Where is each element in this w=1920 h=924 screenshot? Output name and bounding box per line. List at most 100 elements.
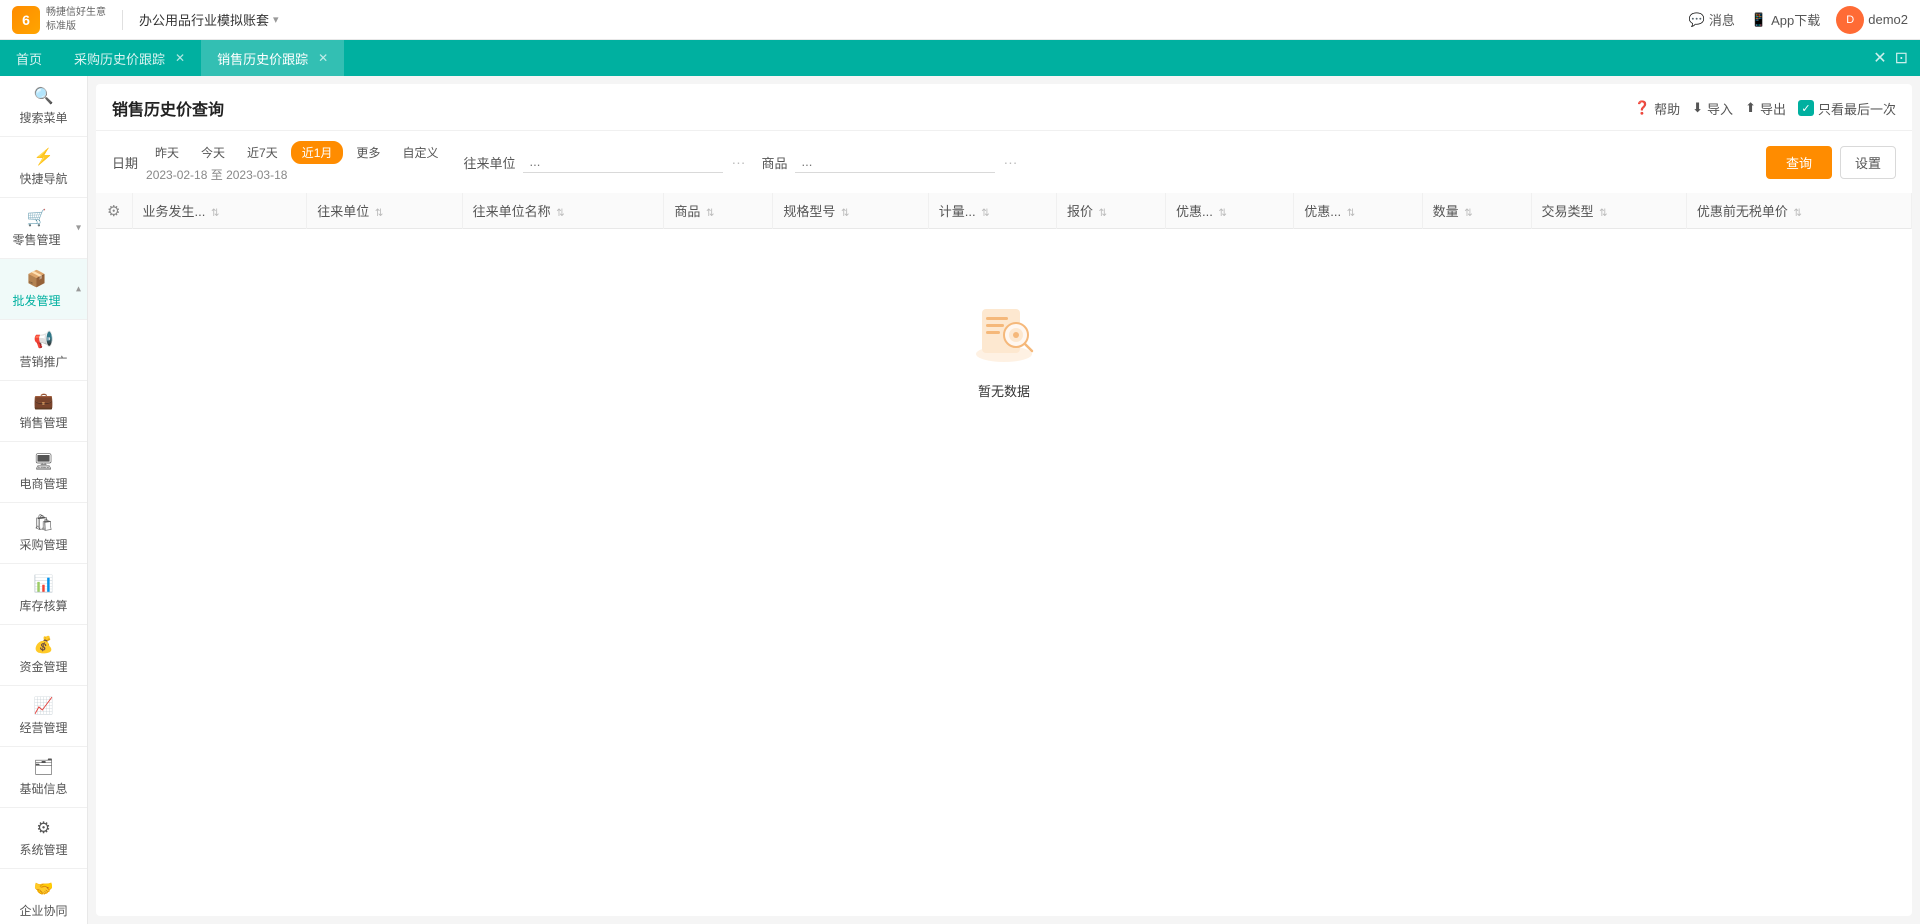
th-unit-label: 计量... xyxy=(939,204,976,219)
wholesale-arrow-icon: ▴ xyxy=(76,284,81,295)
date-buttons: 昨天 今天 近7天 近1月 更多 自定义 2023-02-18 至 2023-0… xyxy=(146,141,447,183)
only-last-checkbox-area[interactable]: ✓ 只看最后一次 xyxy=(1798,99,1896,118)
sidebar-item-wholesale[interactable]: 📦 批发管理 ▴ xyxy=(0,259,87,320)
tab-close-btn[interactable]: ✕ xyxy=(1873,48,1886,68)
tab-purchase-close-icon[interactable]: ✕ xyxy=(175,52,185,64)
user-area[interactable]: D demo2 xyxy=(1836,6,1908,34)
page-title: 销售历史价查询 xyxy=(112,96,224,120)
sidebar-item-corp[interactable]: 🤝 企业协同 xyxy=(0,869,87,924)
sidebar-item-sales-mgmt[interactable]: 💼 销售管理 xyxy=(0,381,87,442)
tab-maximize-btn[interactable]: ⊡ xyxy=(1895,48,1908,68)
sidebar-label-system: 系统管理 xyxy=(19,841,67,858)
sidebar-label-purchase: 采购管理 xyxy=(19,536,67,553)
sidebar-label-inventory: 库存核算 xyxy=(19,597,67,614)
date-btn-today[interactable]: 今天 xyxy=(192,141,234,164)
th-goods-label: 商品 xyxy=(674,204,700,219)
message-action[interactable]: 💬 消息 xyxy=(1689,10,1735,29)
th-partner-name-label: 往来单位名称 xyxy=(473,204,551,219)
sidebar-label-sales-mgmt: 销售管理 xyxy=(19,414,67,431)
sidebar-item-search[interactable]: 🔍 搜索菜单 xyxy=(0,76,87,137)
sidebar-label-corp: 企业协同 xyxy=(19,902,67,919)
page-actions: ❓ 帮助 ⬇ 导入 ⬆ 导出 ✓ 只看最后一次 xyxy=(1634,99,1896,118)
sidebar-item-retail[interactable]: 🛒 零售管理 ▾ xyxy=(0,198,87,259)
top-header: 6 畅捷信好生意 标准版 办公用品行业模拟账套 ▾ 💬 消息 📱 App下载 D… xyxy=(0,0,1920,40)
empty-text: 暂无数据 xyxy=(978,381,1030,400)
import-btn[interactable]: ⬇ 导入 xyxy=(1692,99,1733,118)
sidebar-item-system[interactable]: ⚙ 系统管理 xyxy=(0,808,87,869)
ecommerce-icon: 🖥 xyxy=(33,452,53,472)
table-header-row: ⚙ 业务发生... ⇅ 往来单位 ⇅ 往来单位名称 xyxy=(96,193,1912,229)
date-range-text: 2023-02-18 至 2023-03-18 xyxy=(146,166,447,183)
sort-unit-icon: ⇅ xyxy=(981,208,989,219)
goods-label: 商品 xyxy=(761,153,787,172)
th-goods[interactable]: 商品 ⇅ xyxy=(664,193,773,229)
table-area: ⚙ 业务发生... ⇅ 往来单位 ⇅ 往来单位名称 xyxy=(96,193,1912,916)
th-pretax-price[interactable]: 优惠前无税单价 ⇅ xyxy=(1686,193,1911,229)
partner-input[interactable] xyxy=(523,151,723,173)
export-btn[interactable]: ⬆ 导出 xyxy=(1745,99,1786,118)
sort-pretax-price-icon: ⇅ xyxy=(1794,208,1802,219)
sidebar-item-inventory[interactable]: 📊 库存核算 xyxy=(0,564,87,625)
sidebar-label-retail: 零售管理 xyxy=(12,231,60,248)
tab-bar: 首页 采购历史价跟踪 ✕ 销售历史价跟踪 ✕ ✕ ⊡ xyxy=(0,40,1920,76)
date-btn-month[interactable]: 近1月 xyxy=(291,141,344,164)
th-discount2[interactable]: 优惠... ⇅ xyxy=(1294,193,1422,229)
sidebar-label-wholesale: 批发管理 xyxy=(12,292,60,309)
th-qty-label: 数量 xyxy=(1433,204,1459,219)
sidebar-item-shortcut[interactable]: ⚡ 快捷导航 xyxy=(0,137,87,198)
th-biz-date[interactable]: 业务发生... ⇅ xyxy=(132,193,307,229)
date-btn-more[interactable]: 更多 xyxy=(347,141,389,164)
workspace-selector[interactable]: 办公用品行业模拟账套 ▾ xyxy=(139,10,279,29)
sort-qty-icon: ⇅ xyxy=(1464,208,1472,219)
th-price-label: 报价 xyxy=(1067,204,1093,219)
sort-goods-icon: ⇅ xyxy=(706,208,714,219)
sidebar-item-finance[interactable]: 💰 资金管理 xyxy=(0,625,87,686)
sidebar-item-basic[interactable]: 🗂 基础信息 xyxy=(0,747,87,808)
page-header: 销售历史价查询 ❓ 帮助 ⬇ 导入 ⬆ 导出 xyxy=(96,84,1912,131)
sidebar-label-ecommerce: 电商管理 xyxy=(19,475,67,492)
app-download-icon: 📱 xyxy=(1751,12,1767,28)
tab-sales-close-icon[interactable]: ✕ xyxy=(318,52,328,64)
th-price[interactable]: 报价 ⇅ xyxy=(1057,193,1166,229)
logo-icon: 6 xyxy=(12,6,40,34)
th-trade-type[interactable]: 交易类型 ⇅ xyxy=(1531,193,1686,229)
th-partner-name[interactable]: 往来单位名称 ⇅ xyxy=(462,193,664,229)
goods-dots[interactable]: ··· xyxy=(1003,154,1017,170)
only-last-label: 只看最后一次 xyxy=(1818,99,1896,118)
tab-purchase-history[interactable]: 采购历史价跟踪 ✕ xyxy=(58,40,201,76)
th-qty[interactable]: 数量 ⇅ xyxy=(1422,193,1531,229)
operation-icon: 📈 xyxy=(34,696,54,716)
goods-input[interactable] xyxy=(795,151,995,173)
logo-area: 6 畅捷信好生意 标准版 xyxy=(12,6,106,34)
partner-dots[interactable]: ··· xyxy=(731,154,745,170)
date-btn-yesterday[interactable]: 昨天 xyxy=(146,141,188,164)
help-btn[interactable]: ❓ 帮助 xyxy=(1634,99,1680,118)
main-layout: 🔍 搜索菜单 ⚡ 快捷导航 🛒 零售管理 ▾ 📦 批发管理 ▴ 📢 营销推广 💼… xyxy=(0,76,1920,924)
tab-sales-history[interactable]: 销售历史价跟踪 ✕ xyxy=(201,40,344,76)
sort-discount2-icon: ⇅ xyxy=(1347,208,1355,219)
system-icon: ⚙ xyxy=(36,818,50,838)
sidebar-item-marketing[interactable]: 📢 营销推广 xyxy=(0,320,87,381)
date-btn-week[interactable]: 近7天 xyxy=(238,141,287,164)
workspace-arrow: ▾ xyxy=(273,13,279,26)
app-download-action[interactable]: 📱 App下载 xyxy=(1751,10,1820,29)
query-button[interactable]: 查询 xyxy=(1766,146,1832,179)
th-unit[interactable]: 计量... ⇅ xyxy=(928,193,1056,229)
sidebar-label-finance: 资金管理 xyxy=(19,658,67,675)
table-settings-icon[interactable]: ⚙ xyxy=(107,203,120,220)
tab-home[interactable]: 首页 xyxy=(0,40,58,76)
sidebar-item-operation[interactable]: 📈 经营管理 xyxy=(0,686,87,747)
partner-label: 往来单位 xyxy=(463,153,515,172)
help-icon: ❓ xyxy=(1634,100,1650,116)
th-spec[interactable]: 规格型号 ⇅ xyxy=(773,193,928,229)
th-partner-code[interactable]: 往来单位 ⇅ xyxy=(307,193,462,229)
export-icon: ⬆ xyxy=(1745,100,1756,116)
th-discount1[interactable]: 优惠... ⇅ xyxy=(1165,193,1293,229)
tab-sales-history-label: 销售历史价跟踪 xyxy=(217,49,308,68)
sidebar-item-ecommerce[interactable]: 🖥 电商管理 xyxy=(0,442,87,503)
settings-button[interactable]: 设置 xyxy=(1840,146,1896,179)
sort-biz-date-icon: ⇅ xyxy=(211,208,219,219)
date-btn-custom[interactable]: 自定义 xyxy=(393,141,447,164)
corp-icon: 🤝 xyxy=(34,879,54,899)
sidebar-item-purchase[interactable]: 🛍 采购管理 xyxy=(0,503,87,564)
